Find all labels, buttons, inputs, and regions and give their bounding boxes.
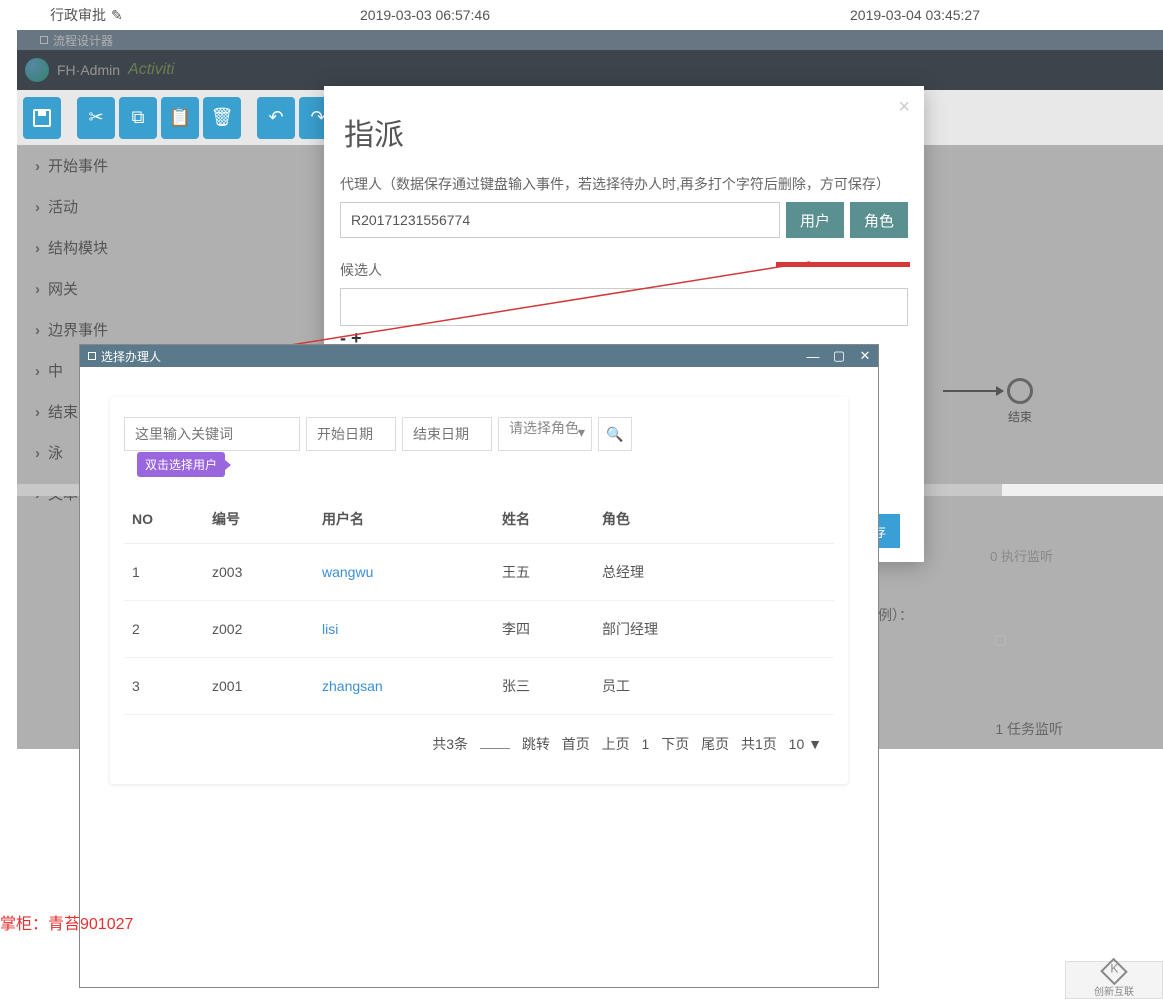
sequence-icon: ▢ — [994, 631, 1007, 648]
table-row[interactable]: 3z001zhangsan张三员工 — [124, 658, 834, 715]
example-label: 例）： — [878, 605, 913, 625]
jump-button[interactable]: 跳转 — [522, 736, 550, 752]
user-table: NO 编号 用户名 姓名 角色 1z003wangwu王五总经理2z002lis… — [124, 495, 834, 715]
maximize-icon[interactable]: ▢ — [826, 345, 852, 367]
close-icon[interactable]: × — [898, 96, 910, 119]
dblclick-tip: 双击选择用户 — [137, 452, 225, 477]
sidebar-item-gateway[interactable]: 网关 — [17, 268, 257, 309]
table-header-row: NO 编号 用户名 姓名 角色 — [124, 495, 834, 544]
date-created: 2019-03-03 06:57:46 — [360, 7, 850, 23]
exec-listener-count: 0 执行监听 — [990, 546, 1053, 565]
start-date-input[interactable] — [306, 417, 396, 451]
sidebar-item-activity[interactable]: 活动 — [17, 186, 257, 227]
cell-code: z002 — [204, 601, 314, 658]
user-button[interactable]: 用户 — [786, 202, 844, 238]
highlight-bar — [776, 262, 910, 267]
end-label: 结束 — [1007, 408, 1033, 425]
paste-button[interactable]: 📋 — [161, 97, 199, 139]
copy-button[interactable]: ⧉ — [119, 97, 157, 139]
search-button[interactable]: 🔍 — [598, 417, 632, 451]
cell-username[interactable]: zhangsan — [314, 658, 494, 715]
close-dialog-icon[interactable]: ✕ — [852, 345, 878, 367]
brand-logo-icon — [1100, 958, 1128, 986]
table-row[interactable]: 2z002lisi李四部门经理 — [124, 601, 834, 658]
sidebar-item-start-event[interactable]: 开始事件 — [17, 145, 257, 186]
approval-label: 行政审批 — [50, 7, 106, 23]
flow-arrow — [943, 390, 1003, 392]
cell-name: 李四 — [494, 601, 594, 658]
select-dialog-header: 选择办理人 — ▢ ✕ — [80, 345, 878, 367]
col-username: 用户名 — [314, 495, 494, 544]
col-code: 编号 — [204, 495, 314, 544]
current-page: 1 — [642, 736, 650, 752]
end-date-input[interactable] — [402, 417, 492, 451]
flow-end-node[interactable]: 结束 — [1007, 378, 1033, 425]
total-count: 共3条 — [432, 736, 468, 752]
next-page[interactable]: 下页 — [661, 736, 689, 752]
keyword-input[interactable] — [124, 417, 300, 451]
page-size[interactable]: 10 ▼ — [789, 736, 822, 752]
agent-input[interactable] — [340, 202, 780, 238]
date-modified: 2019-03-04 03:45:27 — [850, 7, 1163, 23]
cut-button[interactable]: ✂ — [77, 97, 115, 139]
col-name: 姓名 — [494, 495, 594, 544]
task-listener-count: 1 任务监听 — [995, 719, 1063, 739]
assign-title: 指派 — [324, 86, 924, 174]
cell-username[interactable]: wangwu — [314, 544, 494, 601]
cell-code: z001 — [204, 658, 314, 715]
cell-role: 部门经理 — [594, 601, 834, 658]
role-select[interactable]: 请选择角色 — [498, 417, 592, 451]
jump-input[interactable] — [480, 733, 510, 749]
cell-role: 总经理 — [594, 544, 834, 601]
col-role: 角色 — [594, 495, 834, 544]
pagination: 共3条 跳转 首页 上页 1 下页 尾页 共1页 10 ▼ — [124, 733, 834, 754]
select-user-dialog: 选择办理人 — ▢ ✕ 请选择角色 🔍 双击选择用户 NO 编号 用户名 — [79, 344, 879, 988]
sidebar-item-struct[interactable]: 结构模块 — [17, 227, 257, 268]
undo-button[interactable]: ↶ — [257, 97, 295, 139]
save-button[interactable] — [23, 97, 61, 139]
cell-role: 员工 — [594, 658, 834, 715]
watermark-text: 掌柜：青苔901027 — [0, 910, 133, 934]
select-dialog-title: 选择办理人 — [101, 348, 161, 365]
brand-badge[interactable]: 创新互联 — [1065, 961, 1163, 999]
col-no: NO — [124, 495, 204, 544]
role-button[interactable]: 角色 — [850, 202, 908, 238]
cell-name: 张三 — [494, 658, 594, 715]
agent-label: 代理人（数据保存通过键盘输入事件，若选择待办人时,再多打个字符后删除，方可保存） — [340, 174, 908, 194]
cell-no: 1 — [124, 544, 204, 601]
cell-username[interactable]: lisi — [314, 601, 494, 658]
last-page[interactable]: 尾页 — [701, 736, 729, 752]
cell-no: 2 — [124, 601, 204, 658]
total-pages: 共1页 — [741, 736, 777, 752]
prev-page[interactable]: 上页 — [602, 736, 630, 752]
first-page[interactable]: 首页 — [562, 736, 590, 752]
top-info-row: 行政审批 ✎ 2019-03-03 06:57:46 2019-03-04 03:… — [0, 0, 1163, 30]
cell-name: 王五 — [494, 544, 594, 601]
minimize-icon[interactable]: — — [800, 345, 826, 367]
end-circle-icon — [1007, 378, 1033, 404]
delete-button[interactable]: 🗑 — [203, 97, 241, 139]
table-row[interactable]: 1z003wangwu王五总经理 — [124, 544, 834, 601]
cell-code: z003 — [204, 544, 314, 601]
edit-icon[interactable]: ✎ — [111, 7, 123, 23]
cell-no: 3 — [124, 658, 204, 715]
dialog-icon — [88, 352, 96, 360]
candidate-input[interactable] — [340, 288, 908, 326]
